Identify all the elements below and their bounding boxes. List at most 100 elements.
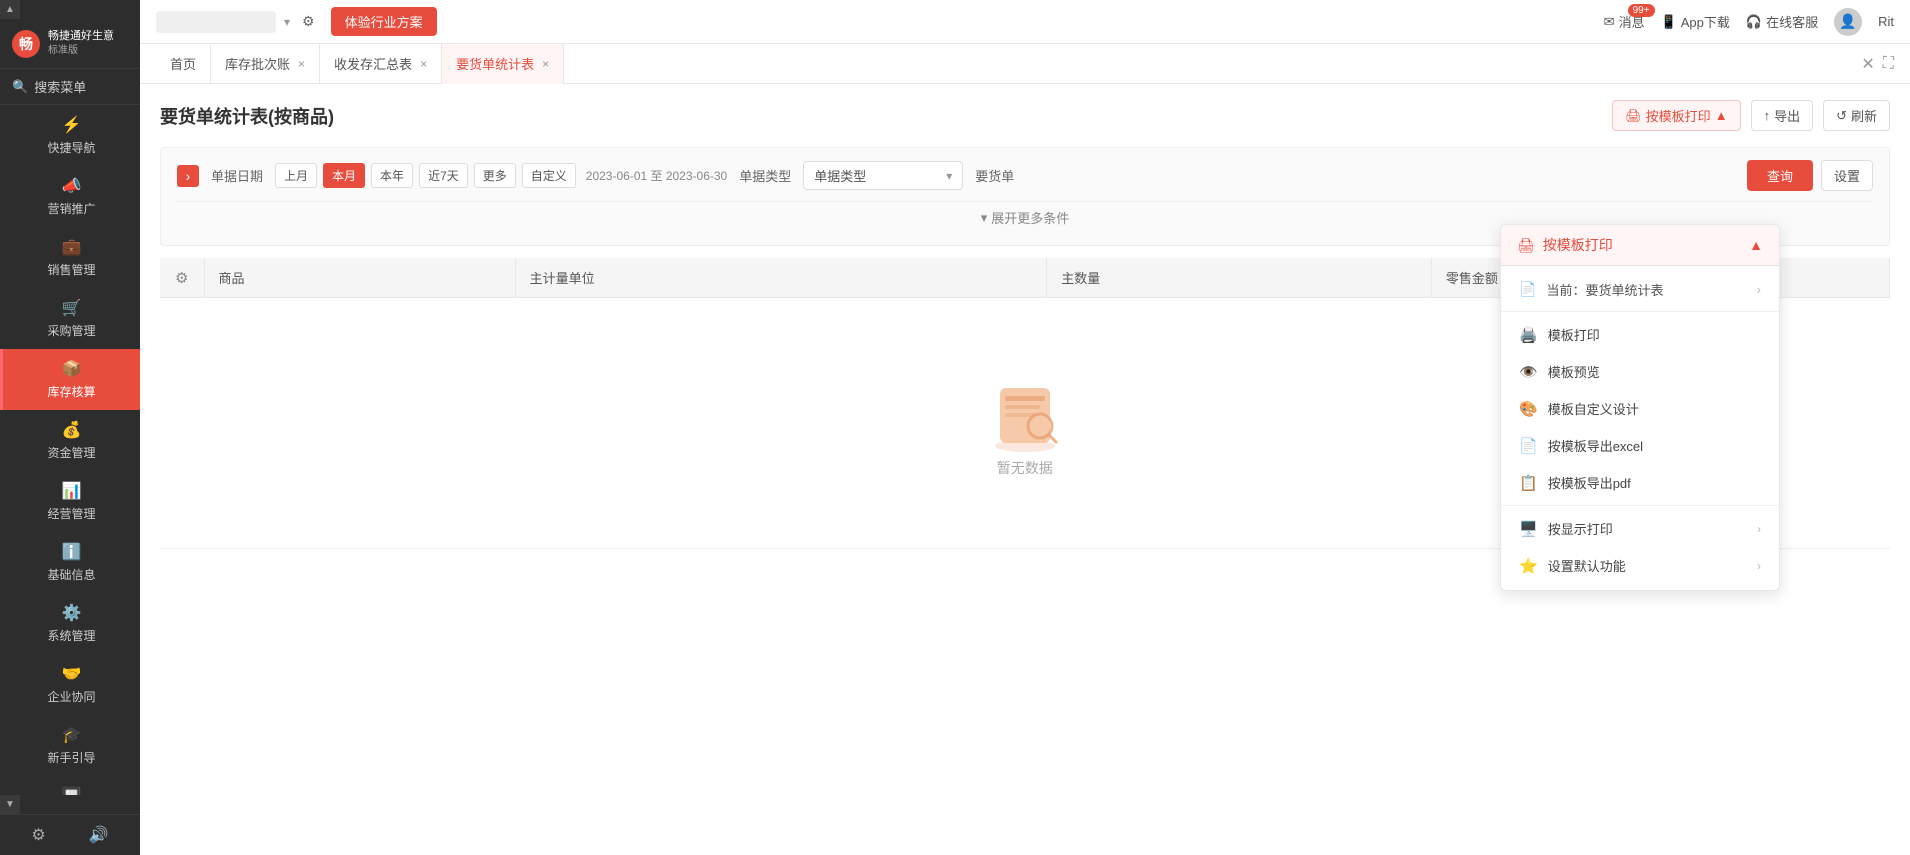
sidebar-item-enterprise[interactable]: 🤝 企业协同 (0, 654, 140, 715)
topbar-search-input[interactable] (156, 11, 276, 33)
user-name[interactable]: Rit (1878, 14, 1894, 29)
date-btn-this-year[interactable]: 本年 (371, 163, 413, 188)
app-download-button[interactable]: 📱 App下载 (1661, 12, 1730, 31)
sidebar-scroll-up[interactable]: ▲ (0, 0, 20, 19)
current-label-text: 当前：要货单统计表 (1546, 280, 1663, 299)
dropdown-item-set-default[interactable]: ⭐ 设置默认功能 › (1501, 547, 1779, 584)
table-col-settings[interactable]: ⚙ (160, 258, 204, 298)
sidebar-item-appstore[interactable]: 🔲 应用中心 (0, 776, 140, 795)
template-print-icon: 🖨️ (1519, 326, 1538, 344)
tab-order-summary-label: 要货单统计表 (456, 54, 534, 73)
tab-order-summary[interactable]: 要货单统计表 × (442, 44, 564, 84)
sidebar-item-sales[interactable]: 💼 销售管理 (0, 227, 140, 288)
topbar-gear-icon[interactable]: ⚙ (302, 13, 315, 30)
search-menu-item[interactable]: 🔍 搜索菜单 (0, 69, 140, 105)
doc-type-filter-label: 单据类型 (739, 166, 791, 185)
table-col-unit: 主计量单位 (515, 258, 1047, 298)
refresh-button[interactable]: ↺ 刷新 (1823, 100, 1890, 131)
sidebar-item-quick-nav[interactable]: ⚡ 快捷导航 (0, 105, 140, 166)
set-default-label: 设置默认功能 (1548, 556, 1626, 575)
system-icon: ⚙️ (62, 603, 82, 623)
printer-dropdown-icon: 🖨 (1517, 237, 1535, 254)
filter-expand-toggle[interactable]: › (177, 165, 199, 187)
newbie-icon: 🎓 (62, 725, 82, 745)
date-btn-custom[interactable]: 自定义 (522, 163, 576, 188)
page-title: 要货单统计表(按商品) (160, 103, 334, 129)
avatar-icon: 👤 (1839, 13, 1856, 30)
tab-batch-account-label: 库存批次账 (225, 54, 290, 73)
filter-row: › 单据日期 上月 本月 本年 近7天 更多 自定义 2023-06-01 至 … (177, 160, 1873, 191)
dropdown-item-template-custom[interactable]: 🎨 模板自定义设计 (1501, 390, 1779, 427)
sidebar-item-marketing[interactable]: 📣 营销推广 (0, 166, 140, 227)
user-avatar[interactable]: 👤 (1834, 8, 1862, 36)
date-btn-more[interactable]: 更多 (474, 163, 516, 188)
speaker-icon[interactable]: 🔊 (89, 825, 109, 845)
sidebar-scroll-down[interactable]: ▼ (0, 795, 20, 814)
topbar: ▾ ⚙ 体验行业方案 ✉ 消息 99+ 📱 App下载 🎧 在线客服 👤 Rit (140, 0, 1910, 44)
filter-dates: 上月 本月 本年 近7天 更多 自定义 2023-06-01 至 2023-06… (275, 163, 727, 188)
date-btn-last-month[interactable]: 上月 (275, 163, 317, 188)
tab-collection-summary-close[interactable]: × (420, 57, 427, 71)
tab-window-close-icon[interactable]: ✕ (1861, 54, 1874, 74)
trial-industry-button[interactable]: 体验行业方案 (331, 7, 437, 36)
template-custom-label: 模板自定义设计 (1548, 399, 1639, 418)
sidebar-item-inventory[interactable]: 📦 库存核算 (0, 349, 140, 410)
page-actions: 🖨 按模板打印 ▲ ↑ 导出 ↺ 刷新 (1612, 100, 1890, 131)
online-support-button[interactable]: 🎧 在线客服 (1746, 12, 1818, 31)
date-btn-this-month[interactable]: 本月 (323, 163, 365, 188)
sidebar-item-finance[interactable]: 💰 资金管理 (0, 410, 140, 471)
sidebar-item-newbie[interactable]: 🎓 新手引导 (0, 715, 140, 776)
dropdown-item-template-preview[interactable]: 👁️ 模板预览 (1501, 353, 1779, 390)
tab-window-expand-icon[interactable]: ⛶ (1883, 55, 1894, 73)
print-template-label: 按模板打印 (1646, 106, 1711, 125)
sidebar-item-label: 系统管理 (47, 627, 95, 644)
tab-collection-summary[interactable]: 收发存汇总表 × (320, 44, 442, 84)
online-support-label: 在线客服 (1766, 12, 1818, 31)
dropdown-item-template-print[interactable]: 🖨️ 模板打印 (1501, 316, 1779, 353)
template-custom-icon: 🎨 (1519, 400, 1538, 418)
sidebar-item-basic[interactable]: ℹ️ 基础信息 (0, 532, 140, 593)
template-export-excel-icon: 📄 (1519, 437, 1538, 455)
export-icon: ↑ (1764, 108, 1771, 123)
doc-type-select[interactable]: 单据类型 ▾ (803, 161, 963, 190)
dropdown-item-display-print[interactable]: 🖥️ 按显示打印 › (1501, 510, 1779, 547)
tab-collection-summary-label: 收发存汇总表 (334, 54, 412, 73)
dropdown-item-template-export-pdf[interactable]: 📋 按模板导出pdf (1501, 464, 1779, 501)
dropdown-item-template-export-excel[interactable]: 📄 按模板导出excel (1501, 427, 1779, 464)
date-btn-last-7-days[interactable]: 近7天 (419, 163, 468, 188)
tab-home-label: 首页 (170, 54, 196, 73)
sidebar-item-purchase[interactable]: 🛒 采购管理 (0, 288, 140, 349)
tab-batch-account[interactable]: 库存批次账 × (211, 44, 320, 84)
settings-button[interactable]: 设置 (1821, 160, 1873, 191)
page-header: 要货单统计表(按商品) 🖨 按模板打印 ▲ ↑ 导出 ↺ 刷新 (160, 100, 1890, 131)
tab-order-summary-close[interactable]: × (542, 57, 549, 71)
message-icon: ✉ (1604, 14, 1615, 30)
sidebar-item-label: 经营管理 (47, 505, 95, 522)
print-dropdown-collapse-icon[interactable]: ▲ (1749, 237, 1763, 253)
sidebar-item-operations[interactable]: 📊 经营管理 (0, 471, 140, 532)
print-dropdown-title: 🖨 按模板打印 (1517, 235, 1613, 255)
refresh-label: 刷新 (1851, 106, 1877, 125)
template-preview-label: 模板预览 (1548, 362, 1600, 381)
search-icon: 🔍 (12, 79, 28, 95)
settings-icon[interactable]: ⚙ (31, 825, 45, 845)
export-button[interactable]: ↑ 导出 (1751, 100, 1814, 131)
tab-home[interactable]: 首页 (156, 44, 211, 84)
print-template-button[interactable]: 🖨 按模板打印 ▲ (1612, 100, 1740, 131)
table-gear-icon[interactable]: ⚙ (175, 270, 188, 287)
current-arrow-icon: › (1757, 282, 1761, 297)
sidebar-item-label: 营销推广 (47, 200, 95, 217)
main-area: ▾ ⚙ 体验行业方案 ✉ 消息 99+ 📱 App下载 🎧 在线客服 👤 Rit (140, 0, 1910, 855)
doc-type-value: 单据类型 (814, 166, 866, 185)
messages-button[interactable]: ✉ 消息 99+ (1604, 12, 1645, 31)
dropdown-divider-1 (1501, 311, 1779, 312)
print-template-arrow-up: ▲ (1715, 108, 1728, 123)
topbar-chevron-icon[interactable]: ▾ (284, 15, 290, 29)
app-download-label: App下载 (1681, 12, 1730, 31)
order-category-label: 要货单 (975, 166, 1014, 185)
inventory-icon: 📦 (62, 359, 82, 379)
set-default-arrow: › (1757, 559, 1761, 573)
tab-batch-account-close[interactable]: × (298, 57, 305, 71)
query-button[interactable]: 查询 (1747, 160, 1813, 191)
sidebar-item-system[interactable]: ⚙️ 系统管理 (0, 593, 140, 654)
